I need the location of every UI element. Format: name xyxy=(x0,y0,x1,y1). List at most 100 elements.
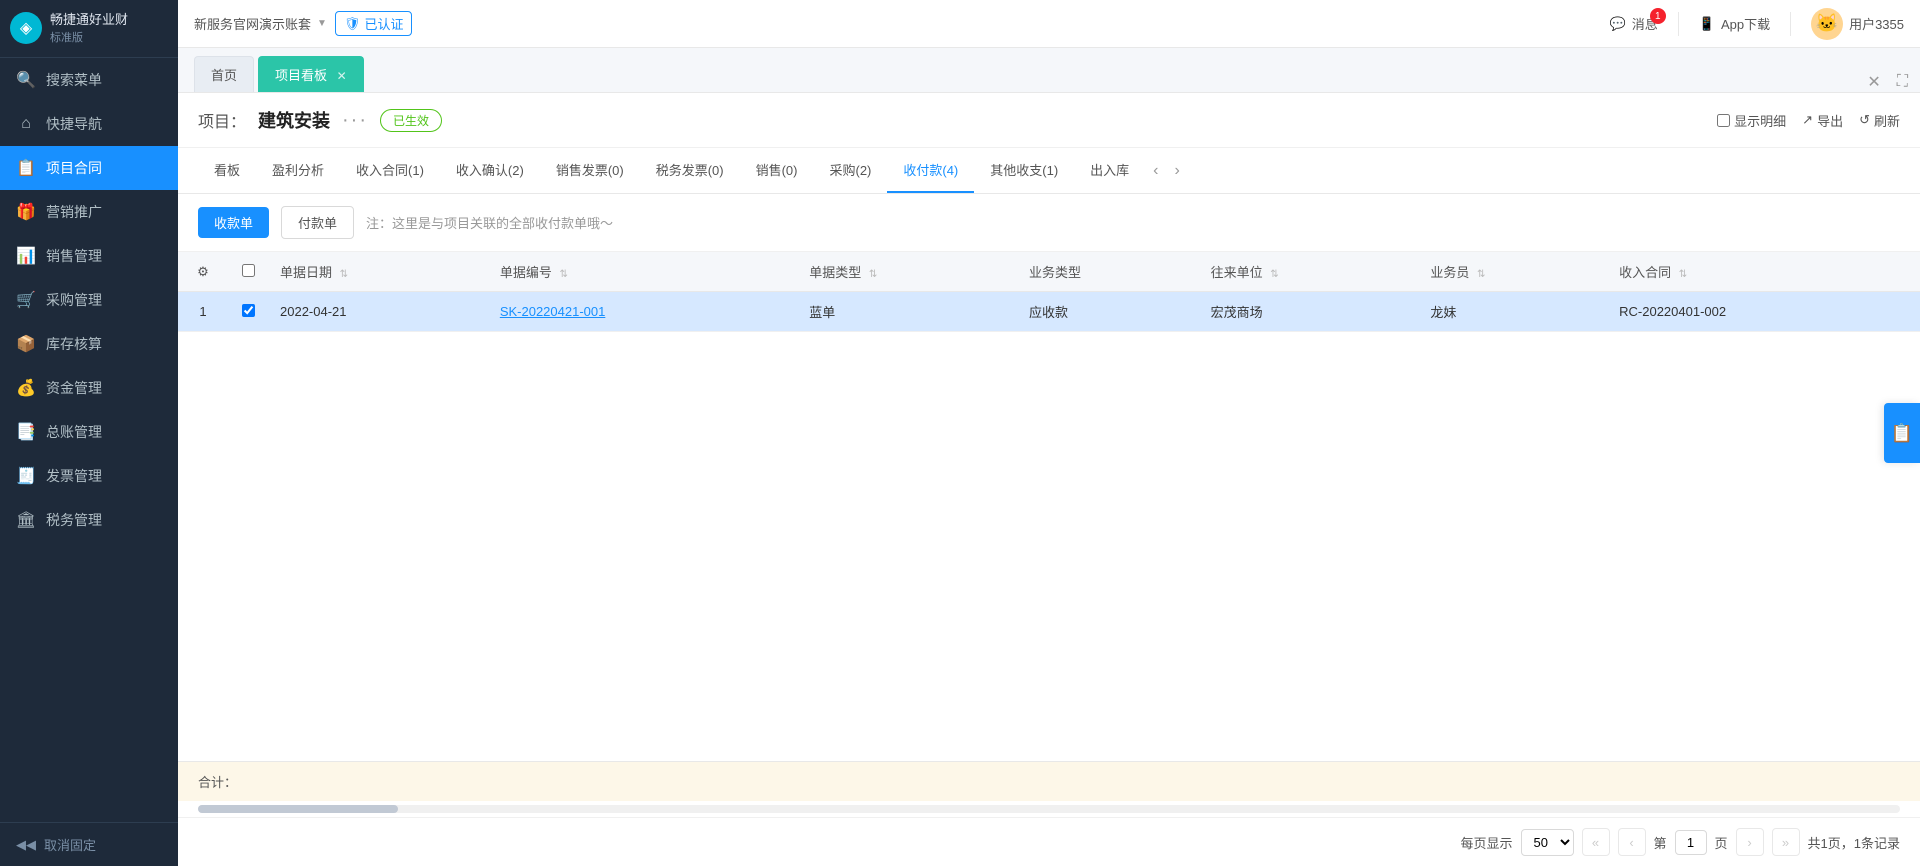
sub-tab-profit[interactable]: 盈利分析 xyxy=(256,148,340,193)
sidebar-item-label: 税务管理 xyxy=(46,510,102,530)
sidebar-item-sales[interactable]: 📊 销售管理 xyxy=(0,234,178,278)
sub-tab-sales[interactable]: 销售(0) xyxy=(740,148,814,193)
sidebar-item-search[interactable]: 🔍 搜索菜单 xyxy=(0,58,178,102)
project-status-badge: 已生效 xyxy=(380,109,442,132)
col-header-index: ⚙ xyxy=(178,252,228,292)
fab-icon: 📋 xyxy=(1891,423,1913,444)
sub-tabs-right-arrow[interactable]: › xyxy=(1167,162,1188,180)
project-more-button[interactable]: ··· xyxy=(342,109,368,132)
first-page-button[interactable]: « xyxy=(1582,828,1610,856)
show-detail-checkbox[interactable]: 显示明细 xyxy=(1717,111,1786,130)
sort-icon6: ⇅ xyxy=(1679,269,1687,280)
col-header-salesman[interactable]: 业务员 ⇅ xyxy=(1418,252,1607,292)
main-area: 新服务官网演示账套 ▼ 🛡 已认证 💬 消息 1 📱 App下载 🐱 用 xyxy=(178,0,1920,866)
sidebar-item-quicknav[interactable]: ⌂ 快捷导航 xyxy=(0,102,178,146)
col-header-number[interactable]: 单据编号 ⇅ xyxy=(488,252,797,292)
search-icon: 🔍 xyxy=(16,70,36,90)
tab-project-board-label: 项目看板 xyxy=(275,68,327,83)
show-detail-input[interactable] xyxy=(1717,114,1730,127)
scroll-thumb[interactable] xyxy=(198,805,398,813)
col-header-income-contract[interactable]: 收入合同 ⇅ xyxy=(1607,252,1920,292)
sidebar-unpin-button[interactable]: ◀◀ 取消固定 xyxy=(0,822,178,866)
app-download-button[interactable]: 📱 App下载 xyxy=(1699,14,1770,33)
col-header-partner[interactable]: 往来单位 ⇅ xyxy=(1199,252,1419,292)
cell-number[interactable]: SK-20220421-001 xyxy=(488,292,797,332)
tab-home[interactable]: 首页 xyxy=(194,56,254,92)
export-button[interactable]: ↗ 导出 xyxy=(1802,111,1843,130)
per-page-label: 每页显示 xyxy=(1460,833,1512,852)
sidebar-header: ◈ 畅捷通好业财 标准版 xyxy=(0,0,178,58)
money-icon: 💰 xyxy=(16,378,36,398)
per-page-select[interactable]: 50 xyxy=(1521,829,1574,856)
tab-bar: 首页 项目看板 ✕ ✕ ⛶ xyxy=(178,48,1920,93)
sidebar-item-purchase[interactable]: 🛒 采购管理 xyxy=(0,278,178,322)
user-menu[interactable]: 🐱 用户3355 xyxy=(1811,8,1904,40)
home-icon: ⌂ xyxy=(16,114,36,134)
floating-action-button[interactable]: 📋 xyxy=(1884,403,1920,463)
window-maximize-button[interactable]: ⛶ xyxy=(1893,73,1912,91)
topbar-divider2 xyxy=(1790,12,1791,36)
col-header-biz-type: 业务类型 xyxy=(1017,252,1199,292)
sidebar-item-inventory[interactable]: 📦 库存核算 xyxy=(0,322,178,366)
data-table: ⚙ 单据日期 ⇅ 单据编号 ⇅ xyxy=(178,252,1920,332)
tab-project-board[interactable]: 项目看板 ✕ xyxy=(258,56,364,92)
last-page-button[interactable]: » xyxy=(1772,828,1800,856)
next-page-button[interactable]: › xyxy=(1736,828,1764,856)
account-name: 新服务官网演示账套 xyxy=(194,14,311,33)
sub-tab-purchase[interactable]: 采购(2) xyxy=(813,148,887,193)
sub-tab-tax-invoice[interactable]: 税务发票(0) xyxy=(640,148,740,193)
project-icon: 📋 xyxy=(16,158,36,178)
sort-icon4: ⇅ xyxy=(1270,269,1278,280)
row-checkbox[interactable] xyxy=(242,304,255,317)
sub-tab-revenue-contract[interactable]: 收入合同(1) xyxy=(340,148,440,193)
sub-tab-collection[interactable]: 收付款(4) xyxy=(887,148,974,193)
page-suffix-label: 页 xyxy=(1715,833,1728,852)
sort-icon5: ⇅ xyxy=(1477,269,1485,280)
ledger-icon: 📑 xyxy=(16,422,36,442)
sidebar-item-label: 采购管理 xyxy=(46,290,102,310)
chart-icon: 📊 xyxy=(16,246,36,266)
select-all-checkbox[interactable] xyxy=(242,264,255,277)
sub-tab-sales-invoice[interactable]: 销售发票(0) xyxy=(540,148,640,193)
box-icon: 📦 xyxy=(16,334,36,354)
col-header-check xyxy=(228,252,268,292)
col-header-type[interactable]: 单据类型 ⇅ xyxy=(797,252,1017,292)
collection-bill-button[interactable]: 收款单 xyxy=(198,207,269,238)
sidebar-item-invoice[interactable]: 🧾 发票管理 xyxy=(0,454,178,498)
page-number-input[interactable] xyxy=(1675,830,1707,855)
tab-close-icon[interactable]: ✕ xyxy=(337,69,347,83)
prev-page-button[interactable]: ‹ xyxy=(1618,828,1646,856)
sub-tab-revenue-confirm[interactable]: 收入确认(2) xyxy=(440,148,540,193)
sidebar-item-ledger[interactable]: 📑 总账管理 xyxy=(0,410,178,454)
message-button[interactable]: 💬 消息 1 xyxy=(1610,14,1658,33)
project-label: 项目： xyxy=(198,108,246,132)
col-header-date[interactable]: 单据日期 ⇅ xyxy=(268,252,488,292)
window-close-button[interactable]: ✕ xyxy=(1863,72,1884,92)
certified-label: 已认证 xyxy=(364,14,403,33)
sub-tab-in-out[interactable]: 出入库 xyxy=(1074,148,1145,193)
payment-bill-button[interactable]: 付款单 xyxy=(281,206,354,239)
sub-tabs-left-arrow[interactable]: ‹ xyxy=(1145,162,1166,180)
sub-tab-kanban[interactable]: 看板 xyxy=(198,148,256,193)
sidebar-scroll: 🔍 搜索菜单 ⌂ 快捷导航 📋 项目合同 🎁 营销推广 📊 销售管理 🛒 采购管… xyxy=(0,58,178,822)
sidebar-item-tax[interactable]: 🏛 税务管理 xyxy=(0,498,178,542)
table-header-row: ⚙ 单据日期 ⇅ 单据编号 ⇅ xyxy=(178,252,1920,292)
mobile-icon: 📱 xyxy=(1699,16,1715,32)
sidebar-item-finance[interactable]: 💰 资金管理 xyxy=(0,366,178,410)
sub-tab-other-income[interactable]: 其他收支(1) xyxy=(974,148,1074,193)
table-container[interactable]: ⚙ 单据日期 ⇅ 单据编号 ⇅ xyxy=(178,252,1920,761)
gear-icon[interactable]: ⚙ xyxy=(197,264,209,279)
sidebar-item-label: 快捷导航 xyxy=(46,114,102,134)
tax-icon: 🏛 xyxy=(16,510,36,530)
project-header: 项目： 建筑安装 ··· 已生效 显示明细 ↗ 导出 ↺ 刷新 xyxy=(178,93,1920,148)
sidebar-item-marketing[interactable]: 🎁 营销推广 xyxy=(0,190,178,234)
cell-biz-type: 应收款 xyxy=(1017,292,1199,332)
sidebar-footer-label: 取消固定 xyxy=(44,835,96,854)
cell-date: 2022-04-21 xyxy=(268,292,488,332)
table-row[interactable]: 1 2022-04-21 SK-20220421-001 蓝单 应收款 宏茂商场… xyxy=(178,292,1920,332)
sidebar-item-project[interactable]: 📋 项目合同 xyxy=(0,146,178,190)
refresh-button[interactable]: ↺ 刷新 xyxy=(1859,111,1900,130)
account-selector[interactable]: 新服务官网演示账套 ▼ xyxy=(194,14,327,33)
app-download-label: App下载 xyxy=(1721,14,1770,33)
sidebar-title: 畅捷通好业财 xyxy=(50,12,128,29)
